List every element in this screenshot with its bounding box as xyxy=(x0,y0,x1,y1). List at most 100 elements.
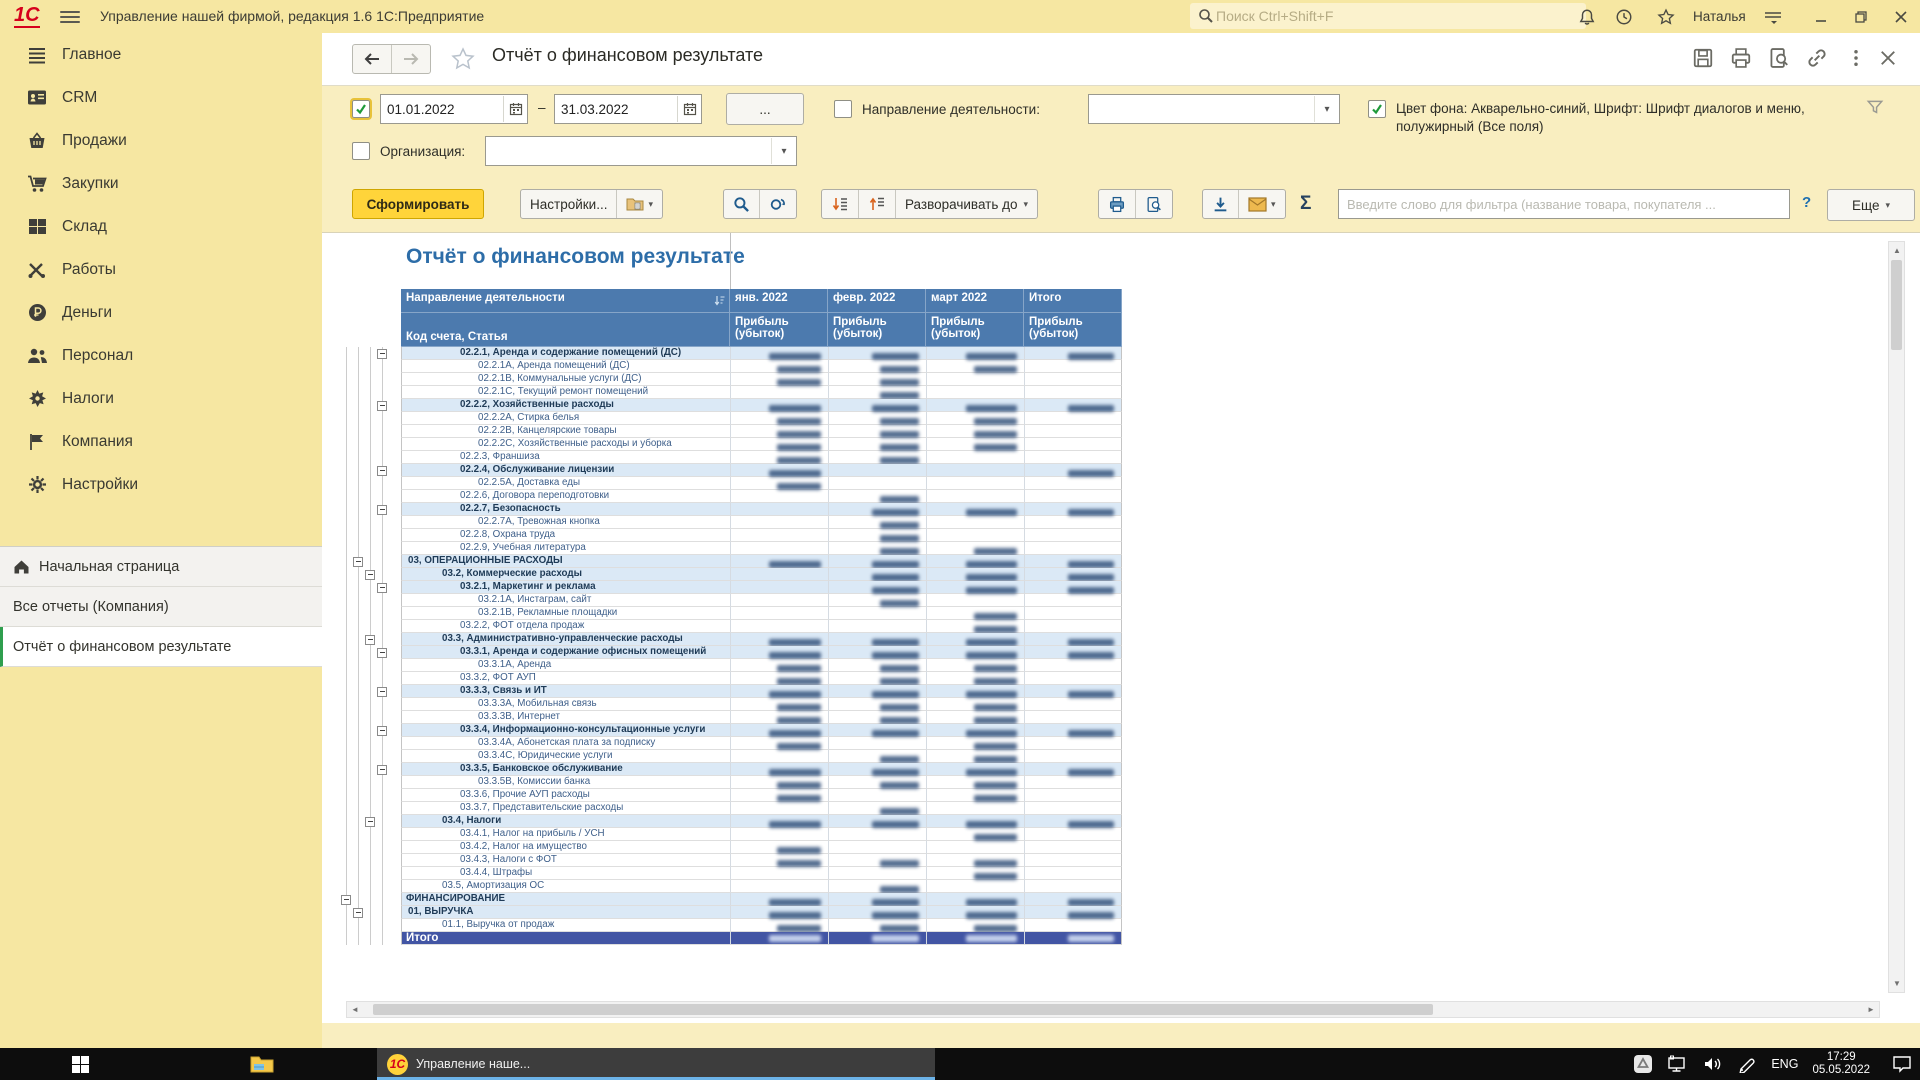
nav-item-financial-result-report[interactable]: Отчёт о финансовом результате xyxy=(0,627,322,667)
collapse-node-icon[interactable] xyxy=(377,725,387,736)
value-cell[interactable] xyxy=(828,503,926,516)
value-cell[interactable] xyxy=(926,893,1024,906)
table-row[interactable]: 03.3.1А, Аренда xyxy=(346,659,1122,672)
value-cell[interactable] xyxy=(828,373,926,386)
business-line-combo[interactable]: ▾ xyxy=(1088,94,1340,124)
value-cell[interactable] xyxy=(926,347,1024,360)
value-cell[interactable] xyxy=(926,607,1024,620)
value-cell[interactable] xyxy=(926,828,1024,841)
user-name[interactable]: Наталья xyxy=(1693,9,1746,24)
value-cell[interactable] xyxy=(828,399,926,412)
preview-icon[interactable] xyxy=(1768,47,1790,69)
value-cell[interactable] xyxy=(828,880,926,893)
settings-button[interactable]: Настройки... xyxy=(521,190,616,218)
value-cell[interactable] xyxy=(730,633,828,646)
value-cell[interactable] xyxy=(926,425,1024,438)
cloud-drive-tray-icon[interactable] xyxy=(1633,1054,1653,1074)
value-cell[interactable] xyxy=(828,451,926,464)
table-row[interactable]: 02.2.2В, Канцелярские товары xyxy=(346,425,1122,438)
collapse-node-icon[interactable] xyxy=(377,504,387,515)
organization-combo[interactable]: ▾ xyxy=(485,136,797,166)
collapse-node-icon[interactable] xyxy=(377,465,387,476)
value-cell[interactable] xyxy=(1024,776,1122,789)
value-cell[interactable] xyxy=(1024,659,1122,672)
value-cell[interactable] xyxy=(1024,698,1122,711)
main-menu-icon[interactable] xyxy=(60,8,80,24)
value-cell[interactable] xyxy=(1024,373,1122,386)
chevron-down-icon[interactable]: ▾ xyxy=(1314,96,1339,122)
table-row[interactable]: 03.3, Административно-управленческие рас… xyxy=(346,633,1122,646)
value-cell[interactable] xyxy=(730,438,828,451)
value-cell[interactable] xyxy=(1024,542,1122,555)
period-from-input[interactable] xyxy=(381,101,503,117)
value-cell[interactable] xyxy=(828,477,926,490)
column-header[interactable]: Итого xyxy=(1024,289,1122,313)
value-cell[interactable] xyxy=(1024,451,1122,464)
value-cell[interactable] xyxy=(1024,867,1122,880)
sidebar-item-dengi[interactable]: Деньги xyxy=(0,291,322,334)
value-cell[interactable] xyxy=(1024,893,1122,906)
nav-item-home[interactable]: Начальная страница xyxy=(0,547,322,587)
table-row[interactable]: 02.2.1В, Коммунальные услуги (ДС) xyxy=(346,373,1122,386)
business-line-checkbox[interactable] xyxy=(834,100,852,118)
taskbar-clock[interactable]: 17:29 05.05.2022 xyxy=(1812,1051,1870,1077)
column-subheader[interactable]: Прибыль (убыток) xyxy=(1024,313,1122,347)
value-cell[interactable] xyxy=(1024,841,1122,854)
value-cell[interactable] xyxy=(1024,815,1122,828)
value-cell[interactable] xyxy=(926,711,1024,724)
value-cell[interactable] xyxy=(926,516,1024,529)
period-options-button[interactable]: ... xyxy=(726,93,804,125)
network-tray-icon[interactable] xyxy=(1667,1055,1689,1073)
column-header[interactable]: март 2022 xyxy=(926,289,1024,313)
table-row[interactable]: 02.2.2, Хозяйственные расходы xyxy=(346,399,1122,412)
column-header[interactable]: февр. 2022 xyxy=(828,289,926,313)
scroll-down-icon[interactable]: ▼ xyxy=(1889,976,1905,991)
collapse-node-icon[interactable] xyxy=(365,634,375,645)
value-cell[interactable] xyxy=(730,490,828,503)
value-cell[interactable] xyxy=(730,555,828,568)
value-cell[interactable] xyxy=(1024,724,1122,737)
value-cell[interactable] xyxy=(926,464,1024,477)
table-row[interactable]: 01.1, Выручка от продаж xyxy=(346,919,1122,932)
table-row[interactable]: 03, ОПЕРАЦИОННЫЕ РАСХОДЫ xyxy=(346,555,1122,568)
vertical-scroll-thumb[interactable] xyxy=(1891,260,1902,350)
value-cell[interactable] xyxy=(730,854,828,867)
table-row[interactable]: 03.2.1А, Инстаграм, сайт xyxy=(346,594,1122,607)
value-cell[interactable] xyxy=(926,906,1024,919)
table-row[interactable]: 02.2.6, Договора переподготовки xyxy=(346,490,1122,503)
file-explorer-icon[interactable] xyxy=(242,1048,282,1080)
language-indicator[interactable]: ENG xyxy=(1771,1057,1798,1071)
collapse-node-icon[interactable] xyxy=(365,569,375,580)
more-menu-icon[interactable] xyxy=(1846,47,1866,69)
sidebar-item-prodazhi[interactable]: Продажи xyxy=(0,119,322,162)
value-cell[interactable] xyxy=(730,867,828,880)
value-cell[interactable] xyxy=(828,581,926,594)
value-cell[interactable] xyxy=(926,360,1024,373)
table-row[interactable]: 03.3.6, Прочие АУП расходы xyxy=(346,789,1122,802)
favorites-star-icon[interactable] xyxy=(1655,6,1677,28)
value-cell[interactable] xyxy=(926,867,1024,880)
value-cell[interactable] xyxy=(828,620,926,633)
scroll-up-icon[interactable]: ▲ xyxy=(1889,243,1905,258)
value-cell[interactable] xyxy=(1024,581,1122,594)
value-cell[interactable] xyxy=(926,451,1024,464)
table-row[interactable]: 03.2.2, ФОТ отдела продаж xyxy=(346,620,1122,633)
start-button[interactable] xyxy=(62,1048,98,1080)
value-cell[interactable] xyxy=(926,724,1024,737)
value-cell[interactable] xyxy=(730,893,828,906)
value-cell[interactable] xyxy=(828,412,926,425)
value-cell[interactable] xyxy=(730,672,828,685)
sum-sigma-icon[interactable]: Σ xyxy=(1300,193,1311,215)
calendar-icon[interactable] xyxy=(677,96,701,122)
value-cell[interactable] xyxy=(1024,360,1122,373)
value-cell[interactable] xyxy=(828,490,926,503)
value-cell[interactable] xyxy=(730,347,828,360)
value-cell[interactable] xyxy=(1024,607,1122,620)
help-icon[interactable]: ? xyxy=(1802,194,1811,211)
table-row[interactable]: 03.3.3В, Интернет xyxy=(346,711,1122,724)
value-cell[interactable] xyxy=(730,503,828,516)
table-row[interactable]: 02.2.1С, Текущий ремонт помещений xyxy=(346,386,1122,399)
value-cell[interactable] xyxy=(828,425,926,438)
value-cell[interactable] xyxy=(926,646,1024,659)
value-cell[interactable] xyxy=(828,789,926,802)
